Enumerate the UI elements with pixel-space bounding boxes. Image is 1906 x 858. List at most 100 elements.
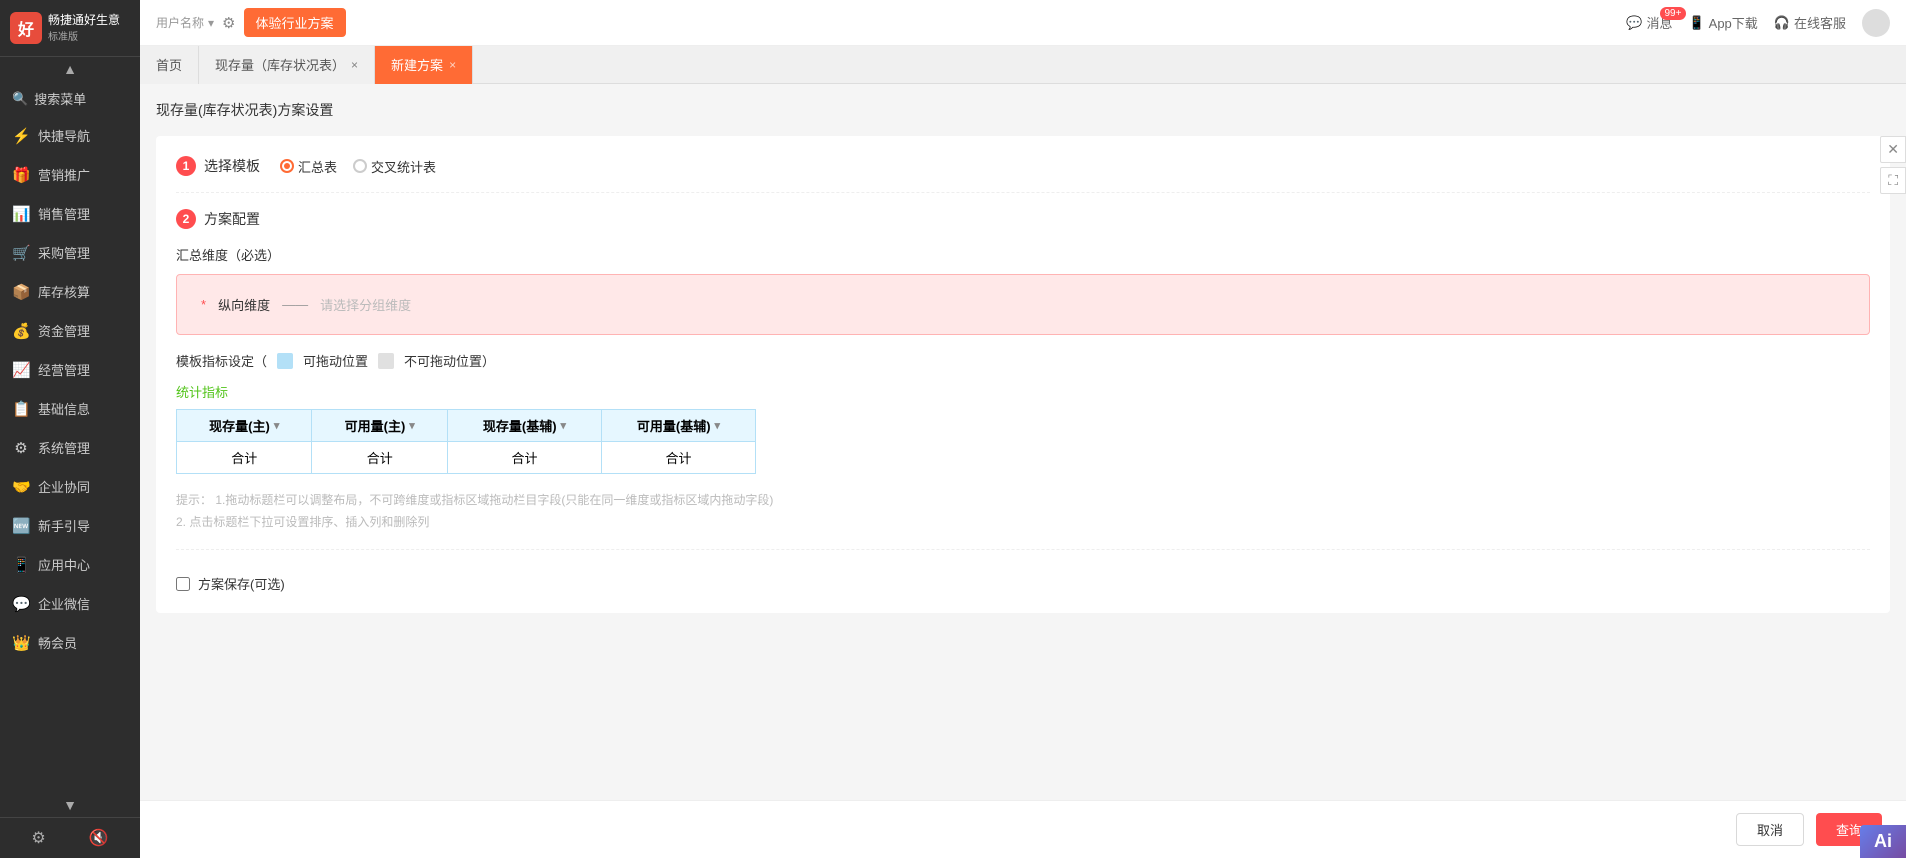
app-logo-icon: 好 xyxy=(10,12,42,44)
table-row: 合计 合计 合计 合计 xyxy=(177,442,756,474)
sidebar-item-purchase[interactable]: 🛒 采购管理 xyxy=(0,233,140,272)
sidebar-item-quick-nav[interactable]: ⚡ 快捷导航 xyxy=(0,116,140,155)
tab-new-scheme[interactable]: 新建方案 × xyxy=(375,46,473,84)
settings-bottom-btn[interactable]: ⚙ xyxy=(31,828,45,848)
sidebar-logo: 好 畅捷通好生意 标准版 xyxy=(0,0,140,57)
settings-icon: ⚙ xyxy=(12,439,30,457)
cancel-button[interactable]: 取消 xyxy=(1736,813,1804,846)
sound-bottom-btn[interactable]: 🔇 xyxy=(89,828,109,848)
dim-label: 纵向维度 xyxy=(218,295,270,314)
draggable-badge-icon xyxy=(277,353,293,369)
tab-home[interactable]: 首页 xyxy=(140,46,199,84)
template-radio-group: 汇总表 交叉统计表 xyxy=(280,157,436,176)
page-title: 现存量(库存状况表)方案设置 xyxy=(156,100,1890,120)
sidebar-item-marketing[interactable]: 🎁 营销推广 xyxy=(0,155,140,194)
content-area: 现存量(库存状况表)方案设置 1 选择模板 汇总表 交叉统计表 xyxy=(140,84,1906,858)
section1-title: 选择模板 xyxy=(204,156,260,176)
td-total-4: 合计 xyxy=(601,442,755,474)
sidebar-item-basic-info[interactable]: 📋 基础信息 xyxy=(0,389,140,428)
tab-inventory-status[interactable]: 现存量（库存状况表） × xyxy=(199,46,375,84)
topbar-left: 用户名称 ▾ ⚙ 体验行业方案 xyxy=(156,8,1614,37)
sidebar-scroll-up[interactable]: ▲ xyxy=(0,57,140,81)
topbar-gear-icon[interactable]: ⚙ xyxy=(222,14,235,32)
app-logo-text: 畅捷通好生意 标准版 xyxy=(48,13,120,44)
dim-placeholder: 请选择分组维度 xyxy=(320,295,411,314)
app-download-btn[interactable]: 📱 App下载 xyxy=(1688,13,1757,32)
non-draggable-badge-label: 不可拖动位置） xyxy=(404,351,495,370)
sidebar-item-corp-wechat[interactable]: 💬 企业微信 xyxy=(0,584,140,623)
section1-num: 1 xyxy=(176,156,196,176)
chart-icon: 📊 xyxy=(12,205,30,223)
th-dropdown-available-main[interactable]: ▾ xyxy=(409,419,415,432)
stats-section-label: 统计指标 xyxy=(176,382,1870,401)
section2-num: 2 xyxy=(176,209,196,229)
message-btn[interactable]: 💬 消息 99+ xyxy=(1626,13,1672,32)
save-checkbox[interactable] xyxy=(176,577,190,591)
radio-summary[interactable]: 汇总表 xyxy=(280,157,337,176)
user-area: 用户名称 ▾ xyxy=(156,14,214,31)
section2-title: 方案配置 xyxy=(204,209,260,229)
th-dropdown-current-main[interactable]: ▾ xyxy=(274,419,280,432)
sidebar-item-member[interactable]: 👑 畅会员 xyxy=(0,623,140,662)
topbar: 用户名称 ▾ ⚙ 体验行业方案 💬 消息 99+ 📱 App下载 🎧 在线客服 xyxy=(140,0,1906,46)
tab-close-new-scheme[interactable]: × xyxy=(449,58,456,72)
box-icon: 📦 xyxy=(12,283,30,301)
sidebar-bottom: ⚙ 🔇 xyxy=(0,817,140,858)
indicator-label-prefix: 模板指标设定（ xyxy=(176,351,267,370)
tabbar: 首页 现存量（库存状况表） × 新建方案 × xyxy=(140,46,1906,84)
td-total-1: 合计 xyxy=(177,442,312,474)
ai-badge[interactable]: Ai xyxy=(1860,825,1906,858)
panel-controls: ✕ ⛶ xyxy=(1880,136,1906,194)
trending-icon: 📈 xyxy=(12,361,30,379)
scheme-footer: 方案保存(可选) xyxy=(176,574,1870,593)
sidebar-item-system[interactable]: ⚙ 系统管理 xyxy=(0,428,140,467)
th-current-aux: 现存量(基辅) ▾ xyxy=(447,410,601,442)
sidebar-scroll-down[interactable]: ▼ xyxy=(0,793,140,817)
hint-1: 提示： 1.拖动标题栏可以调整布局，不可跨维度或指标区域拖动栏目字段(只能在同一… xyxy=(176,490,1870,512)
td-total-2: 合计 xyxy=(312,442,447,474)
sidebar-item-operations[interactable]: 📈 经营管理 xyxy=(0,350,140,389)
handshake-icon: 🤝 xyxy=(12,478,30,496)
cart-icon: 🛒 xyxy=(12,244,30,262)
td-total-3: 合计 xyxy=(447,442,601,474)
sidebar-item-finance[interactable]: 💰 资金管理 xyxy=(0,311,140,350)
dim-dash: —— xyxy=(282,297,308,312)
vertical-dim-area: * 纵向维度 —— 请选择分组维度 xyxy=(176,274,1870,335)
template-indicator-row: 模板指标设定（ 可拖动位置 不可拖动位置） xyxy=(176,351,1870,370)
panel-expand-btn[interactable]: ⛶ xyxy=(1880,167,1906,194)
th-dropdown-current-aux[interactable]: ▾ xyxy=(561,419,567,432)
sidebar-item-sales[interactable]: 📊 销售管理 xyxy=(0,194,140,233)
industry-btn[interactable]: 体验行业方案 xyxy=(244,8,346,37)
hint-block: 提示： 1.拖动标题栏可以调整布局，不可跨维度或指标区域拖动栏目字段(只能在同一… xyxy=(176,490,1870,533)
section1-header: 1 选择模板 汇总表 交叉统计表 xyxy=(176,156,1870,176)
table-header-row: 现存量(主) ▾ 可用量(主) ▾ 现存量(基辅 xyxy=(177,410,756,442)
tab-close-inventory[interactable]: × xyxy=(351,58,358,72)
th-dropdown-available-aux[interactable]: ▾ xyxy=(715,419,721,432)
panel-close-btn[interactable]: ✕ xyxy=(1880,136,1906,163)
sidebar-item-search[interactable]: 🔍 搜索菜单 xyxy=(0,81,140,116)
subsection-label: 汇总维度（必选） xyxy=(176,245,1870,264)
online-service-btn[interactable]: 🎧 在线客服 xyxy=(1774,13,1846,32)
search-icon: 🔍 xyxy=(12,91,28,107)
vertical-dim-row: * 纵向维度 —— 请选择分组维度 xyxy=(201,295,1845,314)
sidebar-item-app-center[interactable]: 📱 应用中心 xyxy=(0,545,140,584)
scheme-panel: 1 选择模板 汇总表 交叉统计表 2 方案配置 xyxy=(156,136,1890,613)
sidebar-item-corp-coop[interactable]: 🤝 企业协同 xyxy=(0,467,140,506)
user-dropdown-icon[interactable]: ▾ xyxy=(208,16,214,30)
radio-cross[interactable]: 交叉统计表 xyxy=(353,157,436,176)
user-avatar[interactable] xyxy=(1862,9,1890,37)
th-available-main: 可用量(主) ▾ xyxy=(312,410,447,442)
message-icon: 💬 xyxy=(1626,15,1642,31)
mobile-icon: 📱 xyxy=(12,556,30,574)
topbar-right: 💬 消息 99+ 📱 App下载 🎧 在线客服 xyxy=(1626,9,1890,37)
clipboard-icon: 📋 xyxy=(12,400,30,418)
crown-icon: 👑 xyxy=(12,634,30,652)
sidebar-item-inventory[interactable]: 📦 库存核算 xyxy=(0,272,140,311)
hint-2: 2. 点击标题栏下拉可设置排序、插入列和删除列 xyxy=(176,512,1870,534)
new-icon: 🆕 xyxy=(12,517,30,535)
money-icon: 💰 xyxy=(12,322,30,340)
sidebar-item-new-guide[interactable]: 🆕 新手引导 xyxy=(0,506,140,545)
section-divider-2 xyxy=(176,549,1870,550)
radio-summary-dot xyxy=(280,159,294,173)
lightning-icon: ⚡ xyxy=(12,127,30,145)
